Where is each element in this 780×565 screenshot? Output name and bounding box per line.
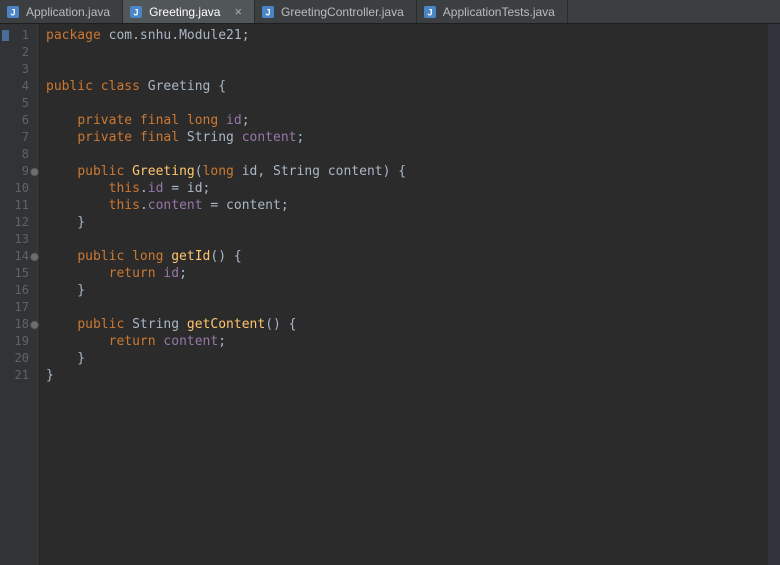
- token-method: getId: [171, 249, 210, 264]
- code-line[interactable]: package com.snhu.Module21;: [46, 27, 768, 44]
- line-number-gutter: 123456789101112131415161718192021: [0, 24, 38, 565]
- fold-marker-icon[interactable]: [30, 167, 39, 176]
- editor-tab-bar: J Application.java J Greeting.java × J Greetin…: [0, 0, 780, 24]
- token-field: content: [242, 130, 297, 145]
- token-field: id: [163, 266, 179, 281]
- svg-text:J: J: [427, 7, 432, 17]
- code-line[interactable]: return content;: [46, 333, 768, 350]
- fold-marker-icon[interactable]: [30, 320, 39, 329]
- token-kw: package: [46, 28, 101, 43]
- line-number[interactable]: 17: [0, 299, 37, 316]
- fold-marker-icon[interactable]: [30, 252, 39, 261]
- code-line[interactable]: public Greeting(long id, String content)…: [46, 163, 768, 180]
- code-line[interactable]: }: [46, 367, 768, 384]
- code-line[interactable]: [46, 299, 768, 316]
- token-type: String: [187, 130, 234, 145]
- token-kw: public long: [77, 249, 163, 264]
- line-number[interactable]: 21: [0, 367, 37, 384]
- editor-tab[interactable]: J GreetingController.java: [255, 0, 417, 23]
- token-method: Greeting: [132, 164, 195, 179]
- line-number[interactable]: 13: [0, 231, 37, 248]
- line-number[interactable]: 9: [0, 163, 37, 180]
- line-selection-indicator: [2, 30, 9, 41]
- line-number[interactable]: 16: [0, 282, 37, 299]
- code-line[interactable]: this.content = content;: [46, 197, 768, 214]
- line-number[interactable]: 6: [0, 112, 37, 129]
- line-number[interactable]: 11: [0, 197, 37, 214]
- token-field: content: [163, 334, 218, 349]
- line-number[interactable]: 19: [0, 333, 37, 350]
- line-number[interactable]: 8: [0, 146, 37, 163]
- code-line[interactable]: private final long id;: [46, 112, 768, 129]
- svg-text:J: J: [10, 7, 15, 17]
- code-line[interactable]: [46, 95, 768, 112]
- token-pkg: com.snhu.Module21: [109, 28, 242, 43]
- tab-label: Greeting.java: [149, 5, 220, 19]
- editor-tab[interactable]: J ApplicationTests.java: [417, 0, 568, 23]
- line-number[interactable]: 1: [0, 27, 37, 44]
- code-line[interactable]: [46, 44, 768, 61]
- code-line[interactable]: }: [46, 350, 768, 367]
- code-line[interactable]: public long getId() {: [46, 248, 768, 265]
- code-line[interactable]: private final String content;: [46, 129, 768, 146]
- line-number[interactable]: 5: [0, 95, 37, 112]
- line-number[interactable]: 14: [0, 248, 37, 265]
- token-kw: private final long: [77, 113, 218, 128]
- code-line[interactable]: this.id = id;: [46, 180, 768, 197]
- line-number[interactable]: 2: [0, 44, 37, 61]
- line-number[interactable]: 3: [0, 61, 37, 78]
- line-number[interactable]: 10: [0, 180, 37, 197]
- token-kw: public class: [46, 79, 140, 94]
- vertical-scrollbar[interactable]: [768, 24, 780, 565]
- line-number[interactable]: 7: [0, 129, 37, 146]
- code-line[interactable]: return id;: [46, 265, 768, 282]
- token-kw: this: [109, 181, 140, 196]
- line-number[interactable]: 15: [0, 265, 37, 282]
- code-line[interactable]: [46, 231, 768, 248]
- code-editor: 123456789101112131415161718192021 packag…: [0, 24, 780, 565]
- java-file-icon: J: [261, 5, 275, 19]
- code-line[interactable]: public class Greeting {: [46, 78, 768, 95]
- token-kw: public: [77, 317, 124, 332]
- token-field: id: [226, 113, 242, 128]
- editor-tab[interactable]: J Application.java: [0, 0, 123, 23]
- java-file-icon: J: [423, 5, 437, 19]
- close-icon[interactable]: ×: [234, 5, 242, 18]
- line-number[interactable]: 4: [0, 78, 37, 95]
- token-kw: long: [203, 164, 234, 179]
- line-number[interactable]: 20: [0, 350, 37, 367]
- java-file-icon: J: [6, 5, 20, 19]
- svg-text:J: J: [134, 7, 139, 17]
- token-kw: private final: [77, 130, 179, 145]
- code-line[interactable]: [46, 146, 768, 163]
- token-method: getContent: [187, 317, 265, 332]
- token-kw: this: [109, 198, 140, 213]
- editor-tab[interactable]: J Greeting.java ×: [123, 0, 255, 23]
- code-line[interactable]: public String getContent() {: [46, 316, 768, 333]
- tab-label: ApplicationTests.java: [443, 5, 555, 19]
- token-field: id: [148, 181, 164, 196]
- token-kw: return: [109, 334, 156, 349]
- line-number[interactable]: 12: [0, 214, 37, 231]
- token-ident: Greeting: [148, 79, 211, 94]
- token-kw: public: [77, 164, 124, 179]
- code-line[interactable]: [46, 61, 768, 78]
- code-line[interactable]: }: [46, 282, 768, 299]
- line-number[interactable]: 18: [0, 316, 37, 333]
- java-file-icon: J: [129, 5, 143, 19]
- code-area[interactable]: package com.snhu.Module21; public class G…: [38, 24, 768, 565]
- token-type: String: [132, 317, 179, 332]
- token-field: content: [148, 198, 203, 213]
- tab-label: GreetingController.java: [281, 5, 404, 19]
- code-line[interactable]: }: [46, 214, 768, 231]
- tab-label: Application.java: [26, 5, 110, 19]
- token-type: String: [273, 164, 320, 179]
- token-kw: return: [109, 266, 156, 281]
- svg-text:J: J: [266, 7, 271, 17]
